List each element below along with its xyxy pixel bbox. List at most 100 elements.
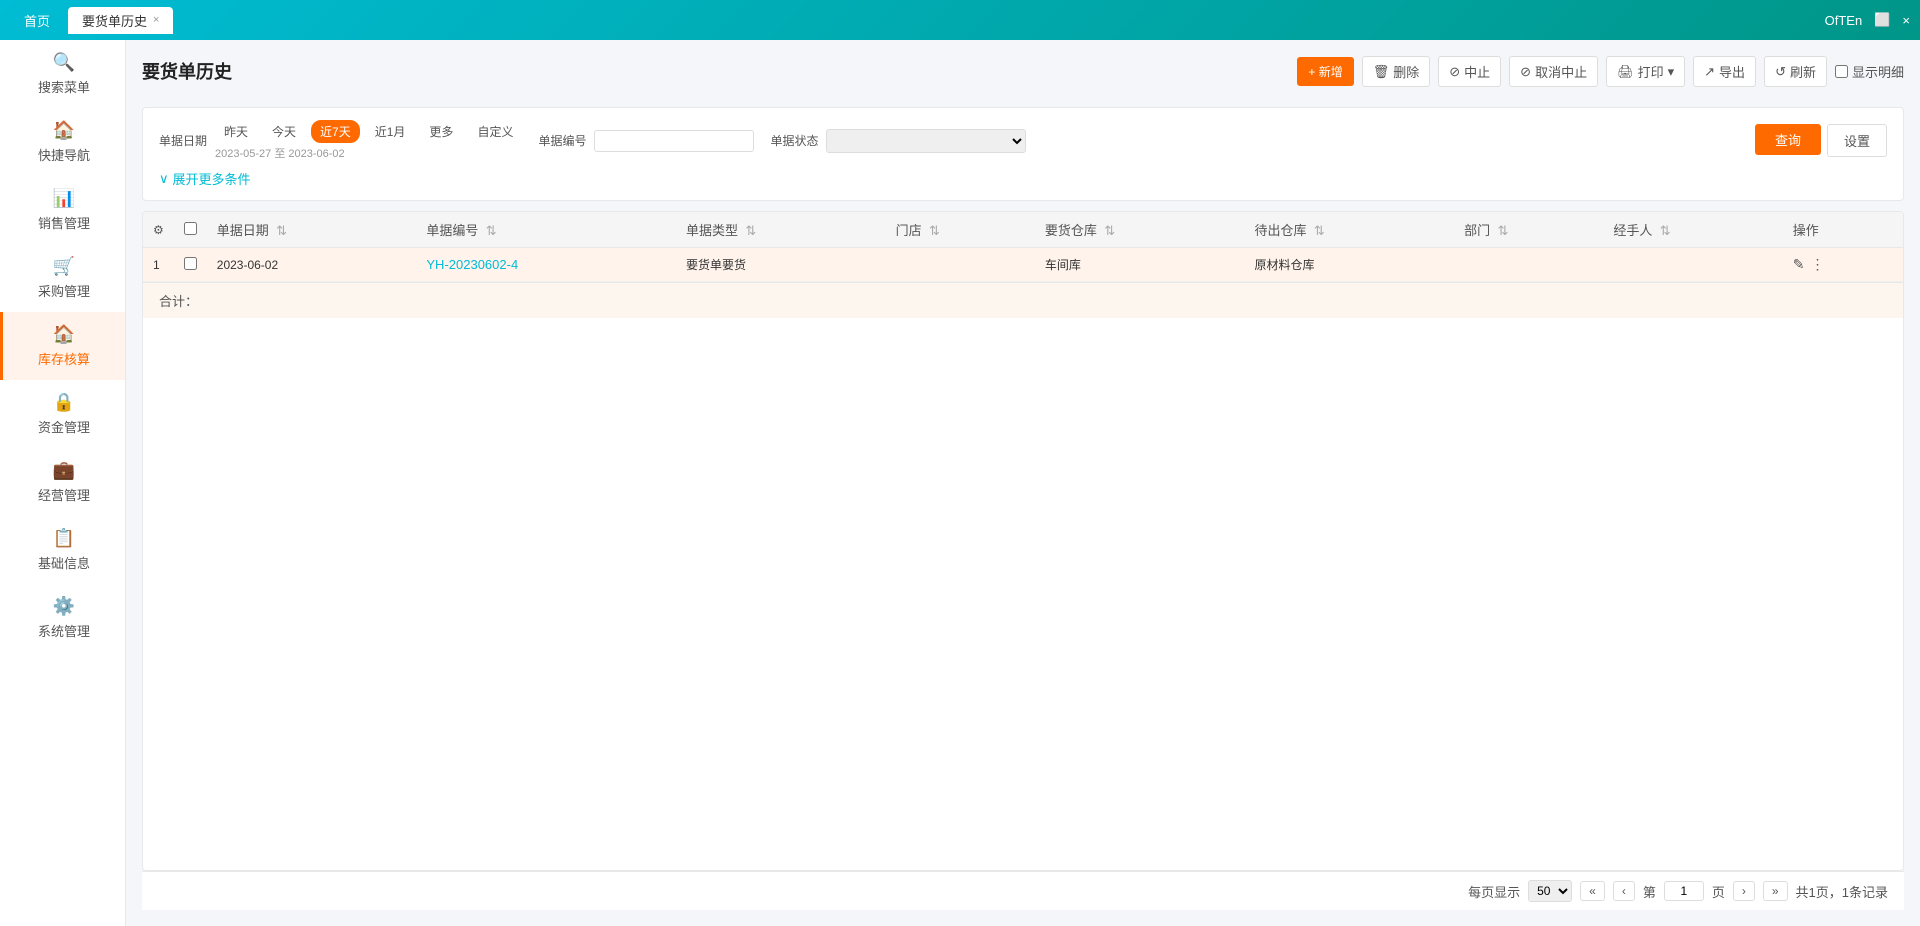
doc-status-filter-label: 单据状态 [770, 132, 818, 149]
doc-no-filter-label: 单据编号 [538, 132, 586, 149]
top-tabs: 首页 要货单历史 × [10, 7, 1825, 34]
first-page-btn[interactable]: « [1580, 881, 1605, 901]
row-action-more-btn[interactable]: ⋮ [1811, 256, 1825, 273]
refresh-button[interactable]: ↺ 刷新 [1764, 56, 1827, 87]
sidebar-item-system[interactable]: ⚙️ 系统管理 [0, 584, 125, 652]
col-handler-label: 经手人 [1613, 223, 1652, 238]
sort-store-icon: ⇅ [929, 223, 940, 238]
sidebar-item-finance[interactable]: 🔒 资金管理 [0, 380, 125, 448]
summary-label: 合计： [159, 291, 198, 310]
tab-home-label: 首页 [24, 11, 50, 30]
date-btn-1month[interactable]: 近1月 [366, 120, 415, 143]
col-checkbox [174, 212, 207, 248]
filter-row: 单据日期 昨天 今天 近7天 近1月 更多 自定义 2023-05-27 至 2… [159, 120, 1887, 161]
purchase-icon: 🛒 [53, 256, 75, 277]
cancel-stop-button[interactable]: ⊘ 取消中止 [1509, 56, 1598, 87]
stop-label: 中止 [1464, 62, 1490, 81]
row-checkbox[interactable] [184, 257, 197, 270]
col-handler[interactable]: 经手人 ⇅ [1603, 212, 1782, 248]
date-btn-custom[interactable]: 自定义 [468, 120, 522, 143]
sidebar-item-search[interactable]: 🔍 搜索菜单 [0, 40, 125, 108]
col-doc-type[interactable]: 单据类型 ⇅ [676, 212, 886, 248]
page-suffix-label: 页 [1712, 882, 1725, 901]
delete-button[interactable]: 🗑 删除 [1362, 56, 1431, 87]
sidebar-item-purchase[interactable]: 🛒 采购管理 [0, 244, 125, 312]
col-date[interactable]: 单据日期 ⇅ [207, 212, 417, 248]
col-department[interactable]: 部门 ⇅ [1454, 212, 1603, 248]
expand-more-btn[interactable]: ∨ 展开更多条件 [159, 169, 1887, 188]
doc-no-filter-item: 单据编号 [538, 130, 754, 152]
col-req-warehouse[interactable]: 要货仓库 ⇅ [1035, 212, 1245, 248]
display-cell-container[interactable]: 显示明细 [1835, 62, 1904, 81]
last-page-btn[interactable]: » [1763, 881, 1788, 901]
row-action-col: ✎ ⋮ [1783, 248, 1903, 282]
date-btn-today[interactable]: 今天 [263, 120, 305, 143]
expand-more-label: 展开更多条件 [173, 169, 251, 188]
row-actions: ✎ ⋮ [1793, 256, 1893, 273]
per-page-select[interactable]: 50 [1528, 880, 1572, 902]
tab-close-icon[interactable]: × [153, 14, 159, 26]
doc-status-filter-item: 单据状态 [770, 129, 1026, 153]
row-checkbox-col [174, 248, 207, 282]
table-footer: 合计： [143, 282, 1903, 318]
row-doc-no: YH-20230602-4 [416, 248, 676, 282]
new-button[interactable]: + 新增 [1297, 57, 1353, 86]
export-label: 导出 [1719, 62, 1745, 81]
sidebar-item-sales[interactable]: 📊 销售管理 [0, 176, 125, 244]
print-dropdown-icon: ▾ [1668, 64, 1675, 80]
col-doc-no-label: 单据编号 [426, 223, 478, 238]
window-close-btn[interactable]: × [1902, 13, 1910, 28]
prev-page-btn[interactable]: ‹ [1613, 881, 1635, 901]
query-button[interactable]: 查询 [1755, 124, 1821, 155]
display-cell-checkbox[interactable] [1835, 65, 1848, 78]
current-page-input[interactable] [1664, 881, 1704, 901]
sidebar-item-finance-label: 资金管理 [38, 417, 90, 436]
sort-pending-warehouse-icon: ⇅ [1314, 223, 1325, 238]
date-btn-more[interactable]: 更多 [420, 120, 462, 143]
row-action-edit-btn[interactable]: ✎ [1793, 256, 1805, 273]
col-date-label: 单据日期 [217, 223, 269, 238]
sidebar-item-inventory-label: 库存核算 [38, 349, 90, 368]
sidebar-item-operations[interactable]: 💼 经营管理 [0, 448, 125, 516]
cancel-stop-icon: ⊘ [1520, 64, 1531, 80]
doc-no-input[interactable] [594, 130, 754, 152]
window-restore-btn[interactable]: ⬜ [1874, 12, 1890, 28]
sidebar-item-basic-info-label: 基础信息 [38, 553, 90, 572]
export-button[interactable]: ↗ 导出 [1693, 56, 1756, 87]
sidebar-item-search-label: 搜索菜单 [38, 77, 90, 96]
sidebar-item-nav[interactable]: 🏠 快捷导航 [0, 108, 125, 176]
col-pending-warehouse[interactable]: 待出仓库 ⇅ [1245, 212, 1455, 248]
next-page-btn[interactable]: › [1733, 881, 1755, 901]
refresh-label: 刷新 [1790, 62, 1816, 81]
tab-home[interactable]: 首页 [10, 7, 64, 34]
date-btn-7days[interactable]: 近7天 [311, 120, 360, 143]
sort-department-icon: ⇅ [1497, 223, 1508, 238]
stop-button[interactable]: ⊘ 中止 [1438, 56, 1501, 87]
date-filter-label: 单据日期 [159, 132, 207, 149]
home-icon: 🏠 [53, 120, 75, 141]
row-handler [1603, 248, 1782, 282]
col-doc-type-label: 单据类型 [686, 223, 738, 238]
table-row: 1 2023-06-02 YH-20230602-4 要货单要货 车间库 原材料… [143, 248, 1903, 282]
top-bar: 首页 要货单历史 × OfTEn ⬜ × [0, 0, 1920, 40]
date-range-text: 2023-05-27 至 2023-06-02 [215, 145, 522, 161]
cancel-stop-label: 取消中止 [1535, 62, 1587, 81]
row-doc-no-link[interactable]: YH-20230602-4 [426, 257, 518, 272]
col-action: 操作 [1783, 212, 1903, 248]
sort-req-warehouse-icon: ⇅ [1104, 223, 1115, 238]
tab-purchase-history[interactable]: 要货单历史 × [68, 7, 173, 34]
select-all-checkbox[interactable] [184, 222, 197, 235]
col-store[interactable]: 门店 ⇅ [886, 212, 1035, 248]
settings-button[interactable]: 设置 [1827, 124, 1887, 157]
table-container: ⚙ 单据日期 ⇅ 单据编号 ⇅ 单据类型 [142, 211, 1904, 871]
col-doc-no[interactable]: 单据编号 ⇅ [416, 212, 676, 248]
sidebar-item-system-label: 系统管理 [38, 621, 90, 640]
print-button[interactable]: 🖨 打印 ▾ [1606, 56, 1685, 87]
print-label: 打印 [1638, 62, 1664, 81]
date-btn-yesterday[interactable]: 昨天 [215, 120, 257, 143]
content-area: 要货单历史 + 新增 🗑 删除 ⊘ 中止 ⊘ 取消中止 🖨 打印 [126, 40, 1920, 926]
sidebar-item-basic-info[interactable]: 📋 基础信息 [0, 516, 125, 584]
sidebar-item-inventory[interactable]: 🏠 库存核算 [0, 312, 125, 380]
doc-status-select[interactable] [826, 129, 1026, 153]
col-settings[interactable]: ⚙ [143, 212, 174, 248]
